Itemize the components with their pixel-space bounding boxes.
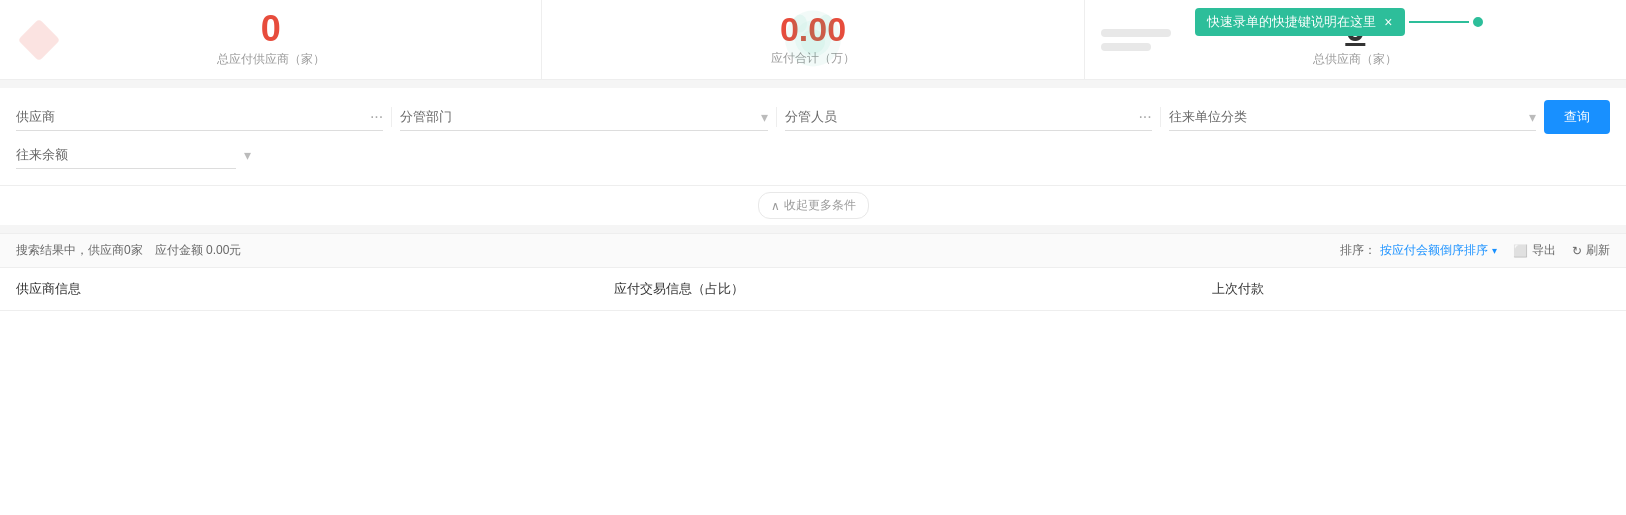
filter-area: 供应商 ··· 分管部门 ▾ 分管人员 ··· 往来单位分类 ▾ 查询 xyxy=(0,88,1626,186)
tooltip-dot xyxy=(1473,17,1483,27)
unit-category-filter: 往来单位分类 ▾ xyxy=(1169,104,1536,131)
svg-point-3 xyxy=(793,14,807,32)
divider-1 xyxy=(391,107,392,127)
tooltip-line xyxy=(1409,21,1469,23)
stat-total-payable-suppliers: 0 总应付供应商（家） xyxy=(0,0,542,79)
department-dropdown-icon[interactable]: ▾ xyxy=(761,109,768,125)
person-label: 分管人员 xyxy=(785,108,837,126)
svg-point-4 xyxy=(819,14,833,32)
department-label: 分管部门 xyxy=(400,108,452,126)
collapse-text: 收起更多条件 xyxy=(784,197,856,214)
results-bar: 搜索结果中，供应商0家 应付金额 0.00元 排序： 按应付会额倒序排序 ▾ ⬜… xyxy=(0,233,1626,268)
tooltip-bar: 快速录单的快捷键说明在这里 × xyxy=(1195,8,1404,36)
balance-dropdown-icon[interactable]: ▾ xyxy=(244,147,251,163)
sort-prefix: 排序： xyxy=(1340,242,1376,259)
total-suppliers-label: 总供应商（家） xyxy=(1313,51,1397,68)
col-lastpay: 上次付款 xyxy=(1212,280,1611,298)
export-button[interactable]: ⬜ 导出 xyxy=(1513,242,1556,259)
diamond-icon xyxy=(16,17,62,63)
tooltip-text: 快速录单的快捷键说明在这里 xyxy=(1207,13,1376,31)
results-amount-text: 应付金额 0.00元 xyxy=(155,242,242,259)
svg-rect-0 xyxy=(18,18,60,60)
payable-suppliers-label: 总应付供应商（家） xyxy=(217,51,325,68)
unit-category-label: 往来单位分类 xyxy=(1169,108,1247,126)
sort-dropdown[interactable]: 按应付会额倒序排序 xyxy=(1380,242,1488,259)
refresh-button[interactable]: ↻ 刷新 xyxy=(1572,242,1610,259)
person-input[interactable] xyxy=(845,109,1139,124)
results-actions: 排序： 按应付会额倒序排序 ▾ ⬜ 导出 ↻ 刷新 xyxy=(1340,242,1610,259)
stat-total-suppliers: 快速录单的快捷键说明在这里 × 0 总供应商（家） xyxy=(1085,0,1626,79)
divider-2 xyxy=(776,107,777,127)
collapse-row: ∧ 收起更多条件 xyxy=(0,186,1626,225)
export-icon: ⬜ xyxy=(1513,244,1528,258)
supplier-label: 供应商 xyxy=(16,108,55,126)
refresh-icon: ↻ xyxy=(1572,244,1582,258)
filter-row-1: 供应商 ··· 分管部门 ▾ 分管人员 ··· 往来单位分类 ▾ 查询 xyxy=(16,100,1610,134)
pig-icon xyxy=(778,3,848,73)
supplier-more-icon[interactable]: ··· xyxy=(370,108,383,126)
supplier-filter: 供应商 ··· xyxy=(16,104,383,131)
payable-suppliers-number: 0 xyxy=(261,11,281,47)
col-transaction-info: 应付交易信息（占比） xyxy=(614,280,1212,298)
sort-chevron-icon[interactable]: ▾ xyxy=(1492,245,1497,256)
refresh-label: 刷新 xyxy=(1586,242,1610,259)
filter-row-2: 往来余额 ▾ xyxy=(16,142,1610,169)
balance-label: 往来余额 xyxy=(16,146,68,164)
divider-3 xyxy=(1160,107,1161,127)
unit-category-dropdown-icon[interactable]: ▾ xyxy=(1529,109,1536,125)
table-header: 供应商信息 应付交易信息（占比） 上次付款 xyxy=(0,268,1626,311)
supplier-input[interactable] xyxy=(63,109,370,124)
balance-input[interactable] xyxy=(76,148,244,163)
results-suppliers-text: 搜索结果中，供应商0家 xyxy=(16,242,143,259)
collapse-up-icon: ∧ xyxy=(771,199,780,213)
unit-category-input[interactable] xyxy=(1255,109,1529,124)
tooltip-close-btn[interactable]: × xyxy=(1384,14,1392,30)
department-filter: 分管部门 ▾ xyxy=(400,104,767,131)
department-input[interactable] xyxy=(460,109,760,124)
stat-payable-total: 0.00 应付合计（万） xyxy=(542,0,1084,79)
tooltip-wrapper: 快速录单的快捷键说明在这里 × xyxy=(1195,8,1482,36)
col-supplier-info: 供应商信息 xyxy=(16,280,614,298)
person-more-icon[interactable]: ··· xyxy=(1138,108,1151,126)
balance-filter: 往来余额 ▾ xyxy=(16,142,236,169)
export-label: 导出 xyxy=(1532,242,1556,259)
person-filter: 分管人员 ··· xyxy=(785,104,1152,131)
svg-point-5 xyxy=(801,29,825,53)
query-button[interactable]: 查询 xyxy=(1544,100,1610,134)
collapse-button[interactable]: ∧ 收起更多条件 xyxy=(758,192,869,219)
empty-table-area xyxy=(0,311,1626,515)
